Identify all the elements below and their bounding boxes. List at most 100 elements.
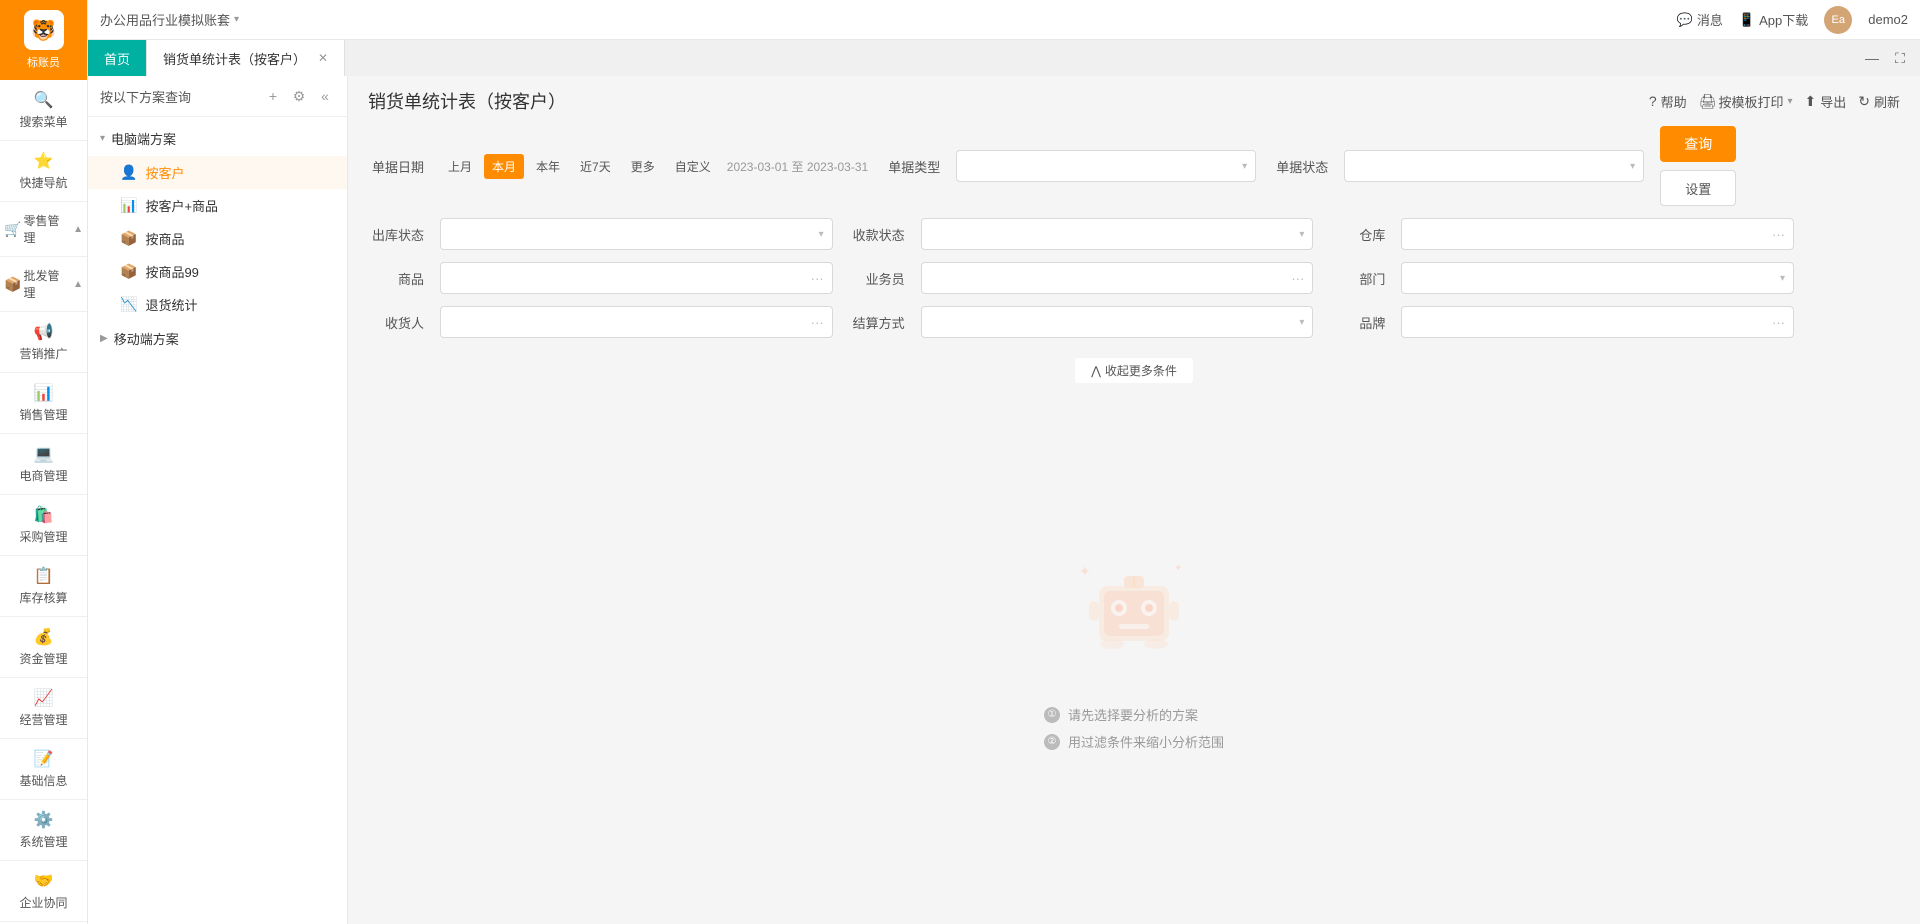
tree-item-by-customer-goods[interactable]: 📊 按客户+商品 xyxy=(88,189,347,222)
tab-close-icon[interactable]: ✕ xyxy=(318,51,328,65)
inventory-icon: 📋 xyxy=(34,566,54,586)
app-download-icon: 📱 xyxy=(1739,12,1755,28)
salesperson-label: 业务员 xyxy=(849,269,905,288)
sidebar-item-sales-mgmt[interactable]: 📊 销售管理 xyxy=(0,373,87,434)
panel-add-button[interactable]: + xyxy=(263,86,283,106)
warehouse-input[interactable]: ··· xyxy=(1401,218,1794,250)
date-btn-last-7-days[interactable]: 近7天 xyxy=(572,154,619,179)
tree-mobile-label: 移动端方案 xyxy=(114,329,179,348)
tree-mobile-section[interactable]: ▶ 移动端方案 xyxy=(88,321,347,356)
quick-nav-icon: ⭐ xyxy=(34,151,54,171)
doc-type-label: 单据类型 xyxy=(884,157,940,176)
sidebar-item-label: 搜索菜单 xyxy=(19,113,67,130)
tree-desktop-section[interactable]: ▾ 电脑端方案 xyxy=(88,121,347,156)
out-status-label: 出库状态 xyxy=(368,225,424,244)
print-button[interactable]: 🖨 按模板打印 ▾ xyxy=(1699,92,1793,111)
sidebar-item-finance[interactable]: 💰 资金管理 xyxy=(0,617,87,678)
filter-section: 单据日期 上月 本月 本年 近7天 更多 自定义 2023-03-01 至 20… xyxy=(348,114,1920,350)
app-title-chevron-icon: ▾ xyxy=(234,14,239,25)
sidebar-item-quick-nav[interactable]: ⭐ 快捷导航 xyxy=(0,141,87,202)
help-button[interactable]: ? 帮助 xyxy=(1649,92,1687,111)
tree-item-return-stat[interactable]: 📉 退货统计 xyxy=(88,288,347,321)
tab-minimize-button[interactable]: — xyxy=(1860,46,1884,70)
recipient-input[interactable]: ··· xyxy=(440,306,833,338)
sidebar-item-enterprise-collab[interactable]: 🤝 企业协同 xyxy=(0,861,87,922)
print-dropdown-icon: ▾ xyxy=(1787,96,1792,107)
filter-row-1: 单据日期 上月 本月 本年 近7天 更多 自定义 2023-03-01 至 20… xyxy=(368,126,1900,206)
sidebar-item-search-menu[interactable]: 🔍 搜索菜单 xyxy=(0,80,87,141)
message-button[interactable]: 💬 消息 xyxy=(1677,10,1723,29)
sidebar-item-system[interactable]: ⚙️ 系统管理 xyxy=(0,800,87,861)
by-customer-label: 按客户 xyxy=(145,163,184,182)
main-area: 办公用品行业模拟账套 ▾ 💬 消息 📱 App下载 Ea demo2 首页 销货… xyxy=(88,0,1920,924)
salesperson-input[interactable]: ··· xyxy=(921,262,1314,294)
collapse-button[interactable]: ⋀ 收起更多条件 xyxy=(1075,358,1193,383)
goods-input[interactable]: ··· xyxy=(440,262,833,294)
brand-input[interactable]: ··· xyxy=(1401,306,1794,338)
tree-item-by-goods-99[interactable]: 📦 按商品99 xyxy=(88,255,347,288)
by-customer-goods-label: 按客户+商品 xyxy=(145,196,218,215)
sidebar-item-wholesale-mgmt[interactable]: 📦 批发管理 ▲ xyxy=(0,257,87,312)
tab-sales-stat[interactable]: 销货单统计表（按客户） ✕ xyxy=(147,40,345,76)
sidebar-item-label: 销售管理 xyxy=(19,406,67,423)
department-input[interactable]: ▾ xyxy=(1401,262,1794,294)
doc-status-arrow-icon: ▾ xyxy=(1630,161,1635,172)
sidebar-item-label: 零售管理 xyxy=(23,212,71,246)
sidebar-item-inventory[interactable]: 📋 库存核算 xyxy=(0,556,87,617)
sidebar-item-operation[interactable]: 📈 经营管理 xyxy=(0,678,87,739)
user-name[interactable]: demo2 xyxy=(1868,12,1908,27)
department-label: 部门 xyxy=(1329,269,1385,288)
refresh-button[interactable]: ↻ 刷新 xyxy=(1858,92,1900,111)
tab-home[interactable]: 首页 xyxy=(88,40,147,76)
doc-type-input[interactable]: ▾ xyxy=(956,150,1256,182)
date-btn-this-month[interactable]: 本月 xyxy=(484,154,524,179)
avatar[interactable]: Ea xyxy=(1824,6,1852,34)
sidebar: 🐯 标账员 🔍 搜索菜单 ⭐ 快捷导航 🛒 零售管理 ▲ 📦 批发管理 ▲ 📢 … xyxy=(0,0,88,924)
return-stat-label: 退货统计 xyxy=(145,295,197,314)
sidebar-item-ecommerce[interactable]: 💻 电商管理 xyxy=(0,434,87,495)
collection-status-label: 收款状态 xyxy=(849,225,905,244)
tree-item-by-customer[interactable]: 👤 按客户 xyxy=(88,156,347,189)
collection-status-arrow-icon: ▾ xyxy=(1299,229,1304,240)
tree-item-by-goods[interactable]: 📦 按商品 xyxy=(88,222,347,255)
export-button[interactable]: ⬆ 导出 xyxy=(1805,92,1847,111)
sidebar-item-purchase[interactable]: 🛍️ 采购管理 xyxy=(0,495,87,556)
collection-status-input[interactable]: ▾ xyxy=(921,218,1314,250)
logo-text: 标账员 xyxy=(27,54,60,70)
basic-info-icon: 📝 xyxy=(34,749,54,769)
sidebar-item-label: 营销推广 xyxy=(19,345,67,362)
export-label: 导出 xyxy=(1820,92,1846,111)
app-download-button[interactable]: 📱 App下载 xyxy=(1739,10,1808,29)
panel-collapse-button[interactable]: « xyxy=(315,86,335,106)
sidebar-logo[interactable]: 🐯 标账员 xyxy=(0,0,87,80)
recipient-dots-icon: ··· xyxy=(811,315,824,330)
collapse-label: 收起更多条件 xyxy=(1105,362,1177,379)
empty-hints: ① 请先选择要分析的方案 ② 用过滤条件来缩小分析范围 xyxy=(1044,705,1224,759)
right-panel: 销货单统计表（按客户） ? 帮助 🖨 按模板打印 ▾ ⬆ 导出 xyxy=(348,76,1920,924)
settings-button[interactable]: 设置 xyxy=(1660,170,1736,206)
recipient-label: 收货人 xyxy=(368,313,424,332)
content-area: 按以下方案查询 + ⚙ « ▾ 电脑端方案 👤 按客户 📊 xyxy=(88,76,1920,924)
sidebar-item-basic-info[interactable]: 📝 基础信息 xyxy=(0,739,87,800)
date-btn-more[interactable]: 更多 xyxy=(623,154,663,179)
date-btn-this-year[interactable]: 本年 xyxy=(528,154,568,179)
date-btn-last-month[interactable]: 上月 xyxy=(440,154,480,179)
out-status-input[interactable]: ▾ xyxy=(440,218,833,250)
app-title[interactable]: 办公用品行业模拟账套 ▾ xyxy=(100,10,239,29)
tab-maximize-button[interactable]: ⛶ xyxy=(1888,46,1912,70)
settlement-input[interactable]: ▾ xyxy=(921,306,1314,338)
doc-status-input[interactable]: ▾ xyxy=(1344,150,1644,182)
sidebar-item-label: 电商管理 xyxy=(19,467,67,484)
tree-desktop-label: 电脑端方案 xyxy=(111,129,176,148)
sidebar-item-retail-mgmt[interactable]: 🛒 零售管理 ▲ xyxy=(0,202,87,257)
sidebar-item-marketing[interactable]: 📢 营销推广 xyxy=(0,312,87,373)
date-btn-custom[interactable]: 自定义 xyxy=(667,154,719,179)
query-button[interactable]: 查询 xyxy=(1660,126,1736,162)
top-header-right: 💬 消息 📱 App下载 Ea demo2 xyxy=(1677,6,1908,34)
panel-settings-button[interactable]: ⚙ xyxy=(289,86,309,106)
print-label: 按模板打印 xyxy=(1718,92,1783,111)
marketing-icon: 📢 xyxy=(34,322,54,342)
date-label: 单据日期 xyxy=(368,157,424,176)
purchase-icon: 🛍️ xyxy=(34,505,54,525)
panel-actions: + ⚙ « xyxy=(263,86,335,106)
